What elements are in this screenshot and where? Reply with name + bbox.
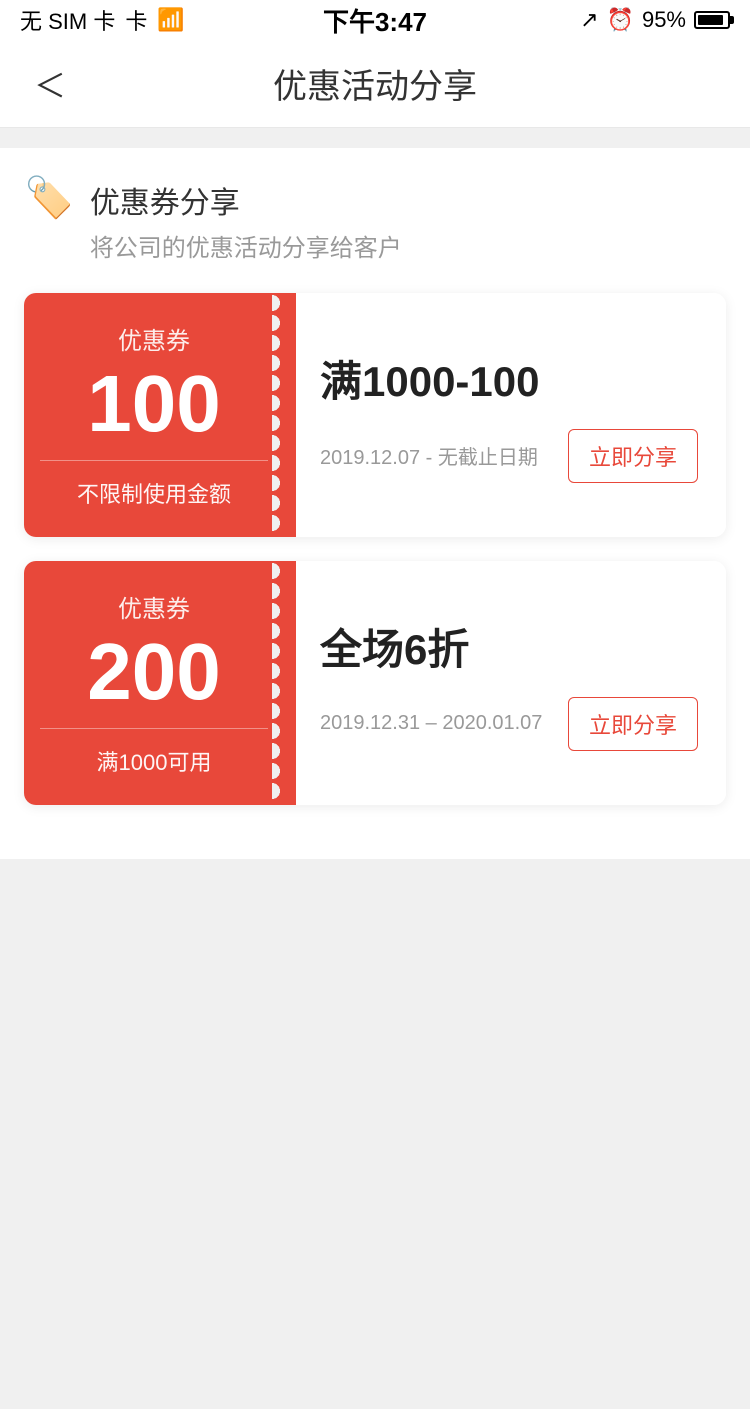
sim-card-icon: 卡 bbox=[125, 4, 147, 36]
coupon-name-1: 满1000-100 bbox=[320, 348, 698, 409]
section-title: 优惠券分享 bbox=[90, 178, 402, 222]
nav-bar: ＜ 优惠活动分享 bbox=[0, 40, 750, 128]
coupon-left-2: 优惠券 200 满1000可用 bbox=[24, 561, 284, 805]
coupon-divider-1 bbox=[40, 460, 268, 461]
coupon-value-2: 200 bbox=[87, 632, 220, 712]
coupon-bottom-1: 2019.12.07 - 无截止日期 立即分享 bbox=[320, 429, 698, 483]
status-right: ↗ ⏰ 95% bbox=[580, 7, 730, 33]
coupon-value-1: 100 bbox=[87, 364, 220, 444]
coupon-right-1: 满1000-100 2019.12.07 - 无截止日期 立即分享 bbox=[284, 293, 726, 537]
battery-icon bbox=[694, 11, 730, 29]
section-gap-top bbox=[0, 128, 750, 148]
share-button-2[interactable]: 立即分享 bbox=[568, 697, 698, 751]
wifi-icon: 📶 bbox=[157, 7, 184, 33]
back-button[interactable]: ＜ bbox=[24, 51, 76, 117]
carrier-label: 无 SIM 卡 bbox=[20, 4, 115, 36]
location-icon: ↗ bbox=[580, 7, 598, 33]
coupon-date-2: 2019.12.31 – 2020.01.07 bbox=[320, 712, 556, 735]
section-subtitle: 将公司的优惠活动分享给客户 bbox=[90, 228, 402, 263]
coupon-divider-2 bbox=[40, 728, 268, 729]
coupon-type-label-2: 优惠券 bbox=[118, 589, 190, 624]
status-bar: 无 SIM 卡 卡 📶 下午3:47 ↗ ⏰ 95% bbox=[0, 0, 750, 40]
bottom-gray-area bbox=[0, 859, 750, 1409]
coupon-date-1: 2019.12.07 - 无截止日期 bbox=[320, 441, 556, 470]
coupon-list: 优惠券 100 不限制使用金额 满1000-100 2019.12.07 - 无… bbox=[24, 293, 726, 829]
coupon-bottom-2: 2019.12.31 – 2020.01.07 立即分享 bbox=[320, 697, 698, 751]
coupon-type-label-1: 优惠券 bbox=[118, 321, 190, 356]
share-button-1[interactable]: 立即分享 bbox=[568, 429, 698, 483]
coupon-condition-1: 不限制使用金额 bbox=[77, 477, 231, 509]
coupon-left-1: 优惠券 100 不限制使用金额 bbox=[24, 293, 284, 537]
status-time: 下午3:47 bbox=[323, 2, 427, 39]
coupon-card-1: 优惠券 100 不限制使用金额 满1000-100 2019.12.07 - 无… bbox=[24, 293, 726, 537]
coupon-right-2: 全场6折 2019.12.31 – 2020.01.07 立即分享 bbox=[284, 561, 726, 805]
status-left: 无 SIM 卡 卡 📶 bbox=[20, 4, 185, 36]
section-header: 🏷️ 优惠券分享 将公司的优惠活动分享给客户 bbox=[24, 178, 726, 263]
alarm-icon: ⏰ bbox=[607, 7, 634, 33]
coupon-section-icon: 🏷️ bbox=[24, 178, 74, 218]
battery-fill bbox=[698, 15, 723, 25]
content-area: 🏷️ 优惠券分享 将公司的优惠活动分享给客户 优惠券 100 不限制使用金额 满… bbox=[0, 148, 750, 859]
coupon-card-2: 优惠券 200 满1000可用 全场6折 2019.12.31 – 2020.0… bbox=[24, 561, 726, 805]
section-text: 优惠券分享 将公司的优惠活动分享给客户 bbox=[90, 178, 402, 263]
coupon-name-2: 全场6折 bbox=[320, 616, 698, 677]
coupon-condition-2: 满1000可用 bbox=[97, 745, 212, 777]
page-title: 优惠活动分享 bbox=[273, 59, 477, 108]
battery-percent: 95% bbox=[642, 7, 686, 33]
